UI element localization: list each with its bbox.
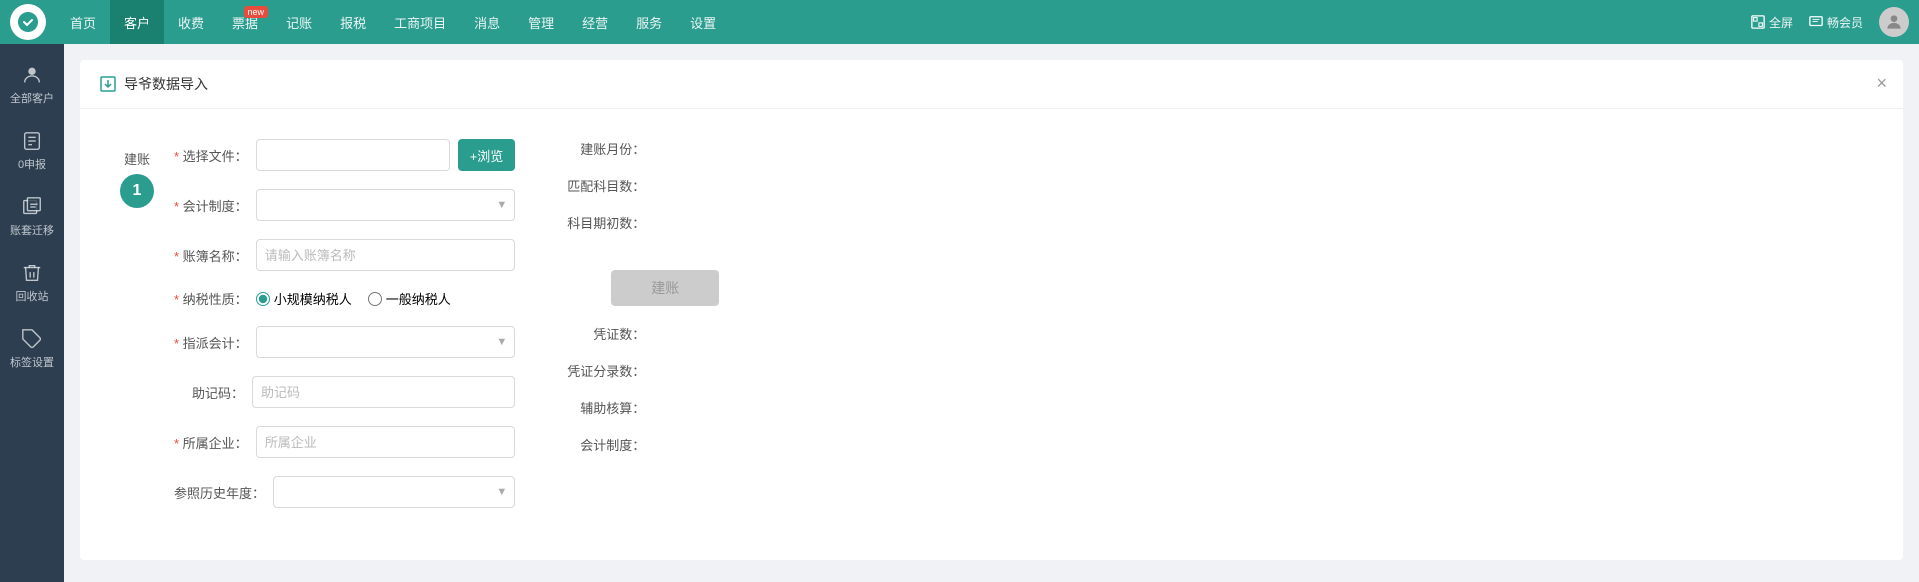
top-nav: 首页 客户 收费 票据 new 记账 报税 工商项目 消息 管理 经营 服务 设… [0, 0, 1919, 44]
sidebar-item-tag-settings[interactable]: 标签设置 [0, 318, 64, 380]
form-fields: 选择文件： +浏览 会计制度： [174, 139, 515, 508]
info-section: 建账月份： 匹配科目数： 科目期初数： 建账 凭证数： [555, 139, 775, 508]
aux-accounting-label: 辅助核算： [555, 398, 645, 417]
browse-button[interactable]: +浏览 [458, 139, 516, 171]
sidebar-item-account-migrate[interactable]: 账套迁移 [0, 186, 64, 248]
file-label: 选择文件： [174, 146, 248, 165]
tax-small-label: 小规模纳税人 [274, 289, 352, 308]
voucher-entries-row: 凭证分录数： [555, 361, 775, 380]
fullscreen-button[interactable]: 全屏 [1751, 14, 1793, 31]
voucher-count-row: 凭证数： [555, 324, 775, 343]
panel-body: 建账 1 选择文件： +浏览 [80, 109, 1903, 538]
import-icon [100, 76, 116, 92]
build-account-button[interactable]: 建账 [611, 270, 719, 306]
file-select-row: 选择文件： +浏览 [174, 139, 515, 171]
sidebar-item-label: 账套迁移 [10, 222, 54, 238]
assign-accountant-select[interactable] [256, 326, 516, 358]
nav-fee[interactable]: 收费 [164, 0, 218, 44]
nav-settings[interactable]: 设置 [676, 0, 730, 44]
nav-account[interactable]: 记账 [272, 0, 326, 44]
memo-code-row: 助记码： [174, 376, 515, 408]
app-logo [10, 4, 46, 40]
tax-small-radio[interactable] [256, 292, 270, 306]
voucher-count-label: 凭证数： [555, 324, 645, 343]
sidebar: 全部客户 0申报 账套迁移 [0, 44, 64, 582]
voucher-entries-label: 凭证分录数： [555, 361, 645, 380]
panel-close-button[interactable]: × [1876, 74, 1887, 92]
form-section: 建账 1 选择文件： +浏览 [120, 139, 515, 508]
ledger-name-input[interactable] [256, 239, 516, 271]
main-content: 导爷数据导入 × 建账 1 选择文件： [64, 44, 1919, 582]
memo-code-label: 助记码： [174, 383, 244, 402]
step-label: 建账 [124, 149, 150, 168]
accounting-system-select[interactable] [256, 189, 516, 221]
nav-right: 全屏 畅会员 [1751, 7, 1909, 37]
nav-operation[interactable]: 经营 [568, 0, 622, 44]
assign-accountant-select-wrapper: ▼ [256, 326, 516, 358]
tax-type-radio-group: 小规模纳税人 一般纳税人 [256, 289, 516, 308]
step-indicator: 建账 1 [120, 139, 154, 508]
tax-type-row: 纳税性质： 小规模纳税人 一般纳税人 [174, 289, 515, 308]
nav-home[interactable]: 首页 [56, 0, 110, 44]
accounting-month-label: 建账月份： [555, 139, 645, 158]
tax-type-label: 纳税性质： [174, 289, 248, 308]
sidebar-item-recycle[interactable]: 回收站 [0, 252, 64, 314]
tax-general-label: 一般纳税人 [386, 289, 451, 308]
subject-initial-label: 科目期初数： [555, 213, 645, 232]
nav-items: 首页 客户 收费 票据 new 记账 报税 工商项目 消息 管理 经营 服务 设… [56, 0, 1751, 44]
match-subjects-label: 匹配科目数： [555, 176, 645, 195]
file-input-row: +浏览 [256, 139, 516, 171]
tax-general-option[interactable]: 一般纳税人 [368, 289, 451, 308]
user-avatar[interactable] [1879, 7, 1909, 37]
sidebar-item-label: 标签设置 [10, 354, 54, 370]
accounting-system-select-wrapper: ▼ [256, 189, 516, 221]
nav-client[interactable]: 客户 [110, 0, 164, 44]
aux-accounting-row: 辅助核算： [555, 398, 775, 417]
ledger-name-row: 账簿名称： [174, 239, 515, 271]
company-row: 所属企业： [174, 426, 515, 458]
company-label: 所属企业： [174, 433, 248, 452]
file-text-input[interactable] [256, 139, 450, 171]
sidebar-item-label: 0申报 [18, 156, 46, 172]
ledger-name-label: 账簿名称： [174, 246, 248, 265]
accounting-system-row: 会计制度： ▼ [174, 189, 515, 221]
nav-business[interactable]: 工商项目 [380, 0, 460, 44]
accounting-system-info-label: 会计制度： [555, 435, 645, 454]
company-input[interactable] [256, 426, 516, 458]
accounting-system-label: 会计制度： [174, 196, 248, 215]
sidebar-item-label: 全部客户 [10, 90, 54, 106]
history-year-row: 参照历史年度： ▼ [174, 476, 515, 508]
assign-accountant-label: 指派会计： [174, 333, 248, 352]
sidebar-item-all-clients[interactable]: 全部客户 [0, 54, 64, 116]
assign-accountant-row: 指派会计： ▼ [174, 326, 515, 358]
step-circle: 1 [120, 174, 154, 208]
tax-general-radio[interactable] [368, 292, 382, 306]
nav-message[interactable]: 消息 [460, 0, 514, 44]
history-year-select[interactable] [273, 476, 515, 508]
panel-header: 导爷数据导入 × [80, 60, 1903, 109]
tax-small-option[interactable]: 小规模纳税人 [256, 289, 352, 308]
new-badge: new [244, 6, 269, 18]
sidebar-item-label: 回收站 [16, 288, 49, 304]
history-year-select-wrapper: ▼ [273, 476, 515, 508]
nav-service[interactable]: 服务 [622, 0, 676, 44]
main-layout: 全部客户 0申报 账套迁移 [0, 44, 1919, 582]
sidebar-item-declaration[interactable]: 0申报 [0, 120, 64, 182]
nav-manage[interactable]: 管理 [514, 0, 568, 44]
subject-initial-row: 科目期初数： [555, 213, 775, 232]
history-year-label: 参照历史年度： [174, 483, 265, 502]
accounting-month-row: 建账月份： [555, 139, 775, 158]
member-button[interactable]: 畅会员 [1809, 14, 1863, 31]
accounting-system-info-row: 会计制度： [555, 435, 775, 454]
nav-invoice[interactable]: 票据 new [218, 0, 272, 44]
memo-code-input[interactable] [252, 376, 515, 408]
import-panel: 导爷数据导入 × 建账 1 选择文件： [80, 60, 1903, 560]
panel-title: 导爷数据导入 [124, 74, 208, 94]
match-subjects-row: 匹配科目数： [555, 176, 775, 195]
nav-tax[interactable]: 报税 [326, 0, 380, 44]
